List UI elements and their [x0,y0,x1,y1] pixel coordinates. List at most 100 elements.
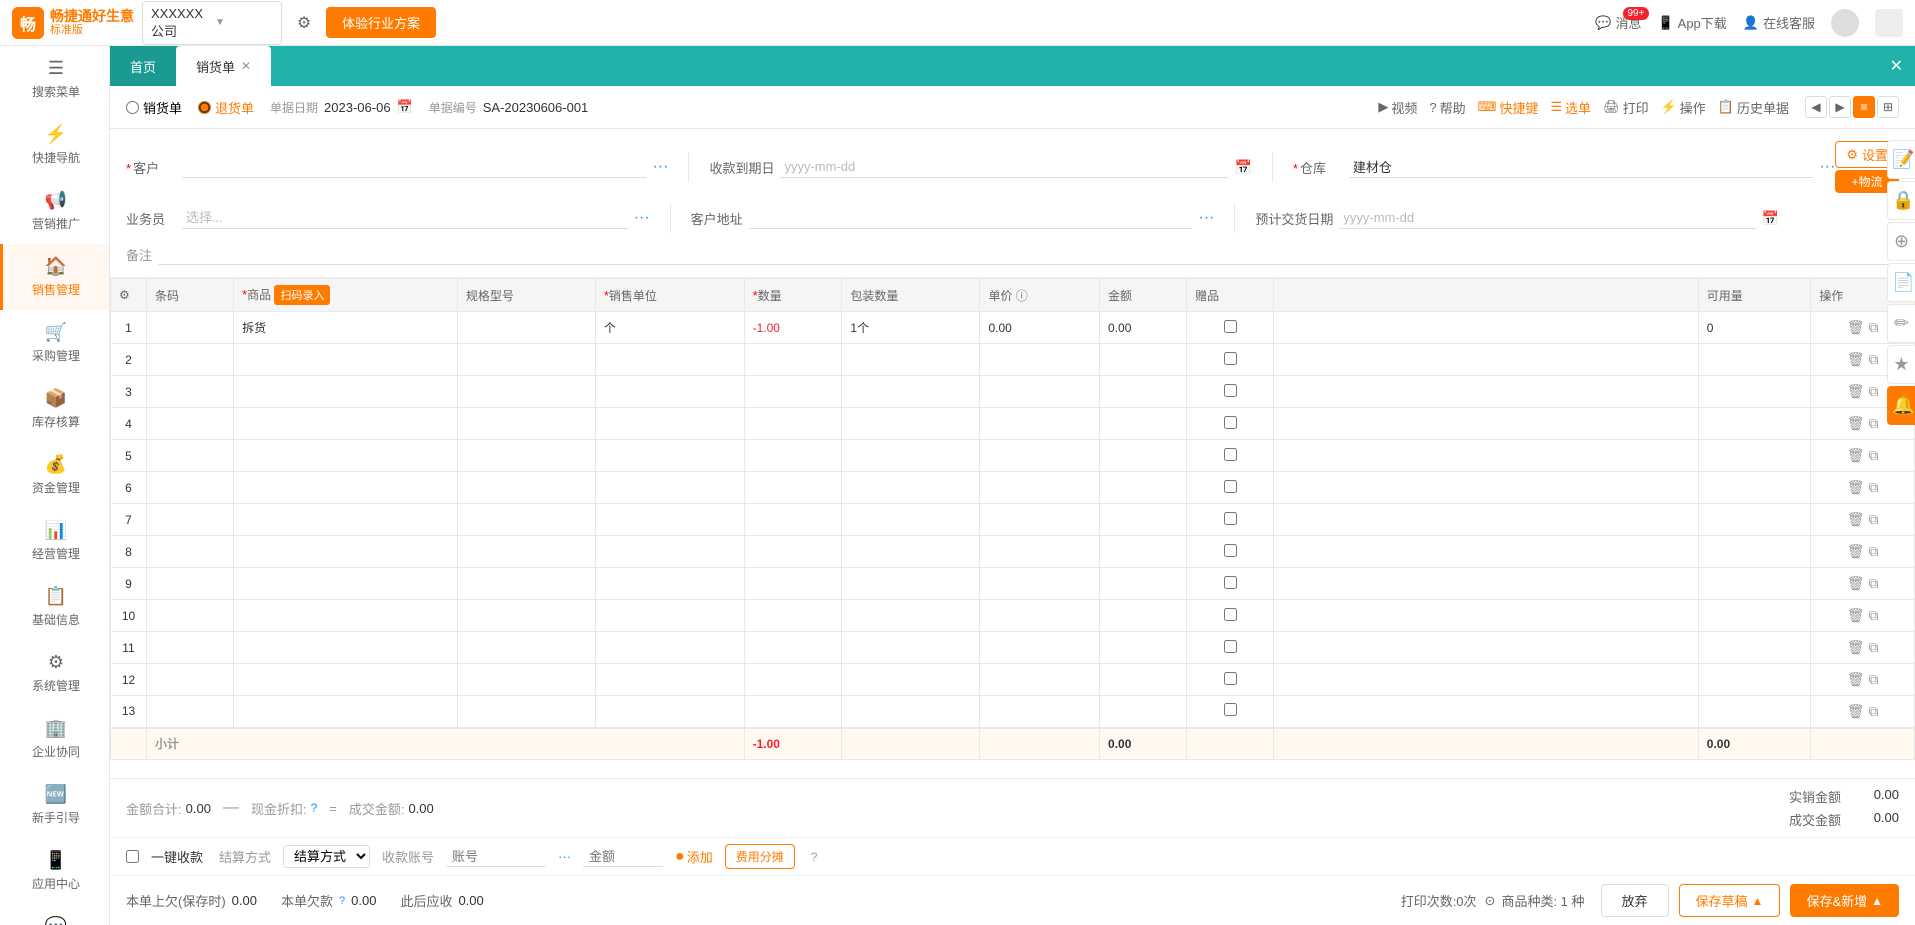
row-gift-13[interactable] [1187,696,1274,728]
row-spec-4[interactable] [457,408,595,440]
row-gift-7[interactable] [1187,504,1274,536]
row-qty-6[interactable] [744,472,842,504]
row-price-4[interactable] [980,408,1100,440]
sidebar-item-quick-nav[interactable]: ⚡ 快捷导航 [0,112,109,178]
row-qty-2[interactable] [744,344,842,376]
row-pkg-2[interactable] [842,344,980,376]
row-barcode-12[interactable] [147,664,234,696]
current-due-help-icon[interactable]: ? [339,895,345,907]
sidebar-item-search[interactable]: ☰ 搜索菜单 [0,46,109,112]
customer-addr-input[interactable] [749,207,1193,229]
row-pkg-9[interactable] [842,568,980,600]
row-pkg-11[interactable] [842,632,980,664]
row-gift-6[interactable] [1187,472,1274,504]
settlement-select[interactable]: 结算方式 [283,845,370,868]
sidebar-item-operations[interactable]: 📊 经营管理 [0,508,109,574]
row-qty-1[interactable]: -1.00 [744,312,842,344]
gift-checkbox-5[interactable] [1224,448,1237,461]
row-price-10[interactable] [980,600,1100,632]
trial-button[interactable]: 体验行业方案 [326,7,436,38]
row-price-8[interactable] [980,536,1100,568]
row-barcode-3[interactable] [147,376,234,408]
radio-return-input[interactable] [198,101,211,114]
row-unit-10[interactable] [595,600,744,632]
row-barcode-9[interactable] [147,568,234,600]
row-price-12[interactable] [980,664,1100,696]
row-pkg-7[interactable] [842,504,980,536]
row-gift-5[interactable] [1187,440,1274,472]
row-gift-11[interactable] [1187,632,1274,664]
row-amount-4[interactable] [1100,408,1187,440]
row-copy-7[interactable]: ⧉ [1869,511,1879,528]
expense-button[interactable]: 费用分摊 [725,844,795,869]
row-amount-12[interactable] [1100,664,1187,696]
row-qty-3[interactable] [744,376,842,408]
layout-prev-icon[interactable]: ◀ [1805,96,1827,118]
expense-help-icon[interactable]: ? [811,850,818,864]
row-delete-4[interactable]: 🗑 [1847,415,1865,432]
row-amount-7[interactable] [1100,504,1187,536]
gift-checkbox-9[interactable] [1224,576,1237,589]
avatar[interactable] [1831,9,1859,37]
row-pkg-6[interactable] [842,472,980,504]
action-print[interactable]: 🖨 打印 [1603,98,1649,117]
radio-sales-input[interactable] [126,101,139,114]
row-product-3[interactable] [234,376,458,408]
row-pkg-10[interactable] [842,600,980,632]
row-amount-9[interactable] [1100,568,1187,600]
row-gift-1[interactable] [1187,312,1274,344]
customer-dots-icon[interactable]: ··· [652,159,668,175]
row-spec-7[interactable] [457,504,595,536]
action-operation[interactable]: ⚡ 操作 [1661,98,1706,117]
action-history[interactable]: 📋 历史单据 [1718,98,1789,117]
right-tool-bell[interactable]: 🔔 [1887,386,1915,425]
radio-sales[interactable]: 销货单 [126,98,182,117]
row-amount-8[interactable] [1100,536,1187,568]
row-delete-10[interactable]: 🗑 [1847,607,1865,624]
right-tool-note[interactable]: 📝 [1887,140,1915,179]
row-delete-2[interactable]: 🗑 [1847,351,1865,368]
sidebar-item-enterprise[interactable]: 🏢 企业协同 [0,706,109,772]
row-barcode-8[interactable] [147,536,234,568]
row-unit-6[interactable] [595,472,744,504]
row-unit-2[interactable] [595,344,744,376]
action-help[interactable]: ? 帮助 [1429,98,1465,117]
discount-help-icon[interactable]: ? [311,801,318,815]
row-qty-10[interactable] [744,600,842,632]
row-qty-8[interactable] [744,536,842,568]
row-delete-12[interactable]: 🗑 [1847,671,1865,688]
row-qty-7[interactable] [744,504,842,536]
sidebar-item-guide[interactable]: 🆕 新手引导 [0,772,109,838]
row-product-11[interactable] [234,632,458,664]
row-amount-2[interactable] [1100,344,1187,376]
row-pkg-1[interactable]: 1个 [842,312,980,344]
row-copy-10[interactable]: ⧉ [1869,607,1879,624]
sidebar-item-system[interactable]: ⚙ 系统管理 [0,640,109,706]
row-qty-5[interactable] [744,440,842,472]
row-copy-3[interactable]: ⧉ [1869,383,1879,400]
row-delete-9[interactable]: 🗑 [1847,575,1865,592]
row-delete-13[interactable]: 🗑 [1847,703,1865,720]
action-video[interactable]: ▶ 视频 [1378,98,1417,117]
layout-grid-icon[interactable]: ⊞ [1877,96,1899,118]
warehouse-input[interactable] [1349,156,1813,178]
row-price-5[interactable] [980,440,1100,472]
row-delete-7[interactable]: 🗑 [1847,511,1865,528]
row-spec-10[interactable] [457,600,595,632]
right-tool-edit[interactable]: ✏ [1887,304,1915,343]
row-copy-11[interactable]: ⧉ [1869,639,1879,656]
row-product-4[interactable] [234,408,458,440]
row-barcode-4[interactable] [147,408,234,440]
gift-checkbox-11[interactable] [1224,640,1237,653]
expected-cal-icon[interactable]: 📅 [1762,210,1779,227]
row-copy-2[interactable]: ⧉ [1869,351,1879,368]
row-pkg-4[interactable] [842,408,980,440]
save-new-button[interactable]: 保存&新增 ▲ [1790,884,1899,917]
row-unit-7[interactable] [595,504,744,536]
calendar-icon-due[interactable]: 📅 [1234,159,1251,176]
row-delete-11[interactable]: 🗑 [1847,639,1865,656]
expected-date-input[interactable] [1339,207,1755,229]
row-price-6[interactable] [980,472,1100,504]
radio-return[interactable]: 退货单 [198,98,254,117]
tab-close-icon[interactable]: ✕ [241,59,251,73]
